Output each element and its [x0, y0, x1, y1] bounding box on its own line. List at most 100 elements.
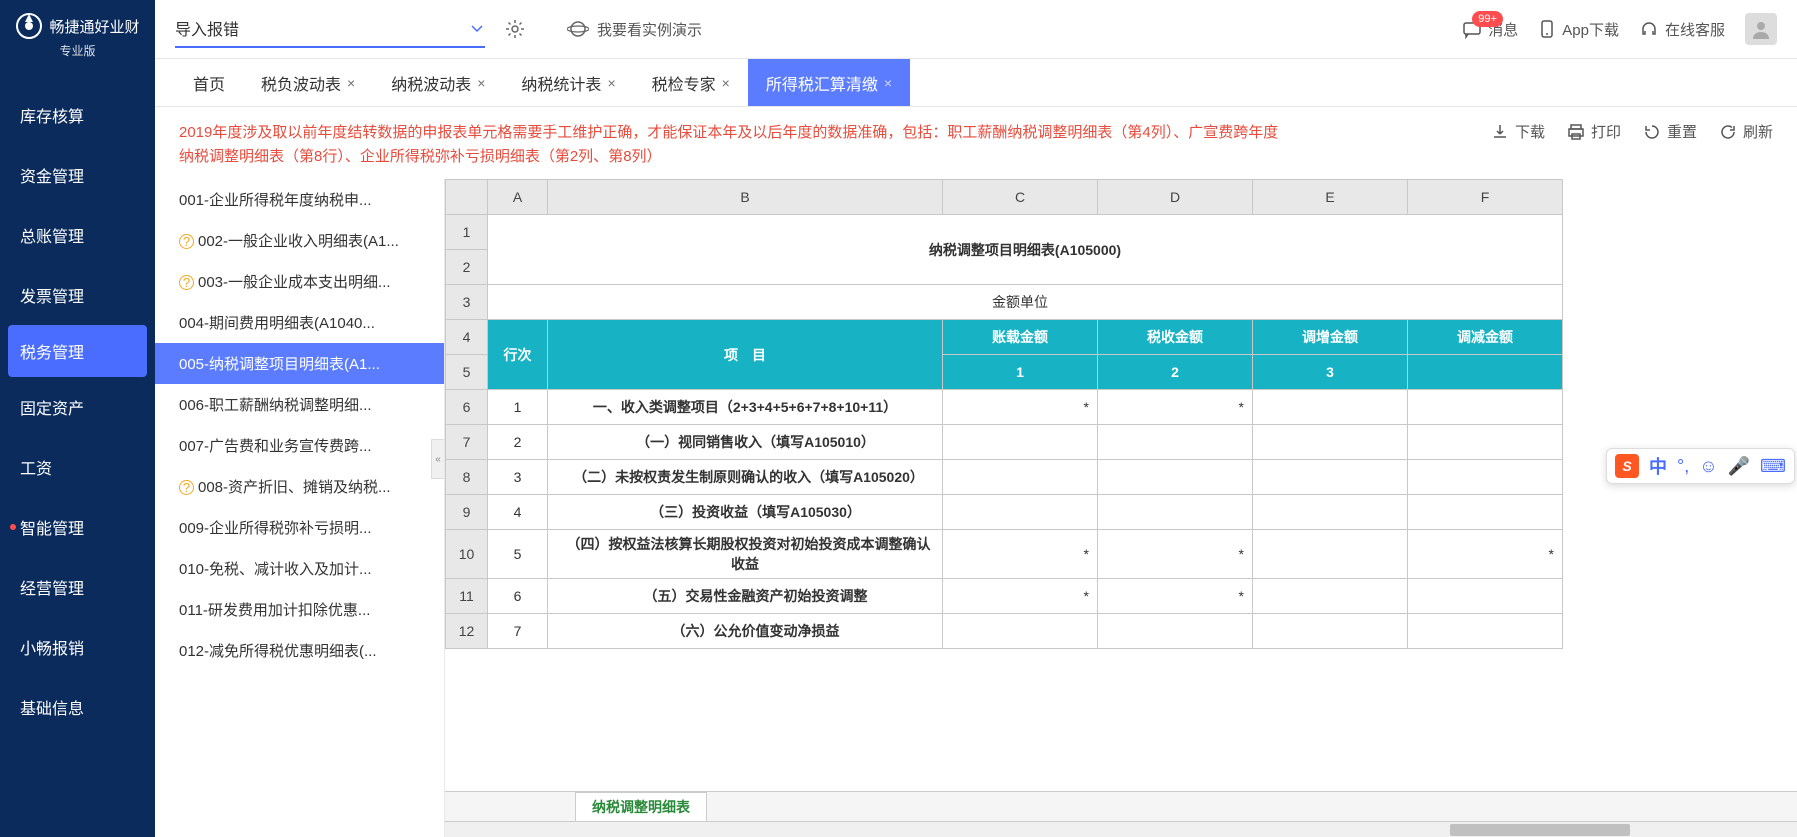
tree-item[interactable]: 004-期间费用明细表(A1040...	[155, 302, 444, 343]
cell[interactable]	[1408, 390, 1563, 425]
cell[interactable]	[1408, 579, 1563, 614]
spreadsheet[interactable]: ABCDEF1纳税调整项目明细表(A105000)23金额单位4行次项 目账载金…	[445, 179, 1797, 791]
tab[interactable]: 税负波动表×	[243, 59, 373, 106]
row-header[interactable]: 2	[446, 250, 488, 285]
close-icon[interactable]: ×	[477, 75, 485, 91]
scrollbar-thumb[interactable]	[1450, 824, 1630, 836]
row-header[interactable]: 1	[446, 215, 488, 250]
avatar[interactable]	[1745, 13, 1777, 45]
nav-item[interactable]: 资金管理	[0, 145, 155, 205]
gear-icon[interactable]	[505, 19, 525, 39]
nav-item[interactable]: 税务管理	[8, 325, 147, 377]
demo-link[interactable]: 我要看实例演示	[567, 18, 702, 40]
cell[interactable]	[1408, 495, 1563, 530]
row-header[interactable]: 5	[446, 355, 488, 390]
cell[interactable]: （一）视同销售收入（填写A105010）	[548, 425, 943, 460]
tree-item[interactable]: ?008-资产折旧、摊销及纳税...	[155, 466, 444, 507]
ime-keyboard-icon[interactable]: ⌨	[1760, 456, 1786, 477]
sheet-tab[interactable]: 纳税调整明细表	[575, 792, 707, 821]
cell[interactable]: （二）未按权责发生制原则确认的收入（填写A105020）	[548, 460, 943, 495]
collapse-handle[interactable]: «	[431, 439, 445, 479]
cell[interactable]: 4	[488, 495, 548, 530]
cell[interactable]: *	[943, 390, 1098, 425]
row-header[interactable]: 12	[446, 614, 488, 649]
cell[interactable]: 5	[488, 530, 548, 579]
cell[interactable]: （五）交易性金融资产初始投资调整	[548, 579, 943, 614]
tree-item[interactable]: 010-免税、减计收入及加计...	[155, 548, 444, 589]
nav-item[interactable]: 固定资产	[0, 377, 155, 437]
download-button[interactable]: 下载	[1491, 121, 1545, 142]
tree-item[interactable]: 009-企业所得税弥补亏损明...	[155, 507, 444, 548]
row-header[interactable]: 11	[446, 579, 488, 614]
row-header[interactable]: 6	[446, 390, 488, 425]
col-header[interactable]: B	[548, 180, 943, 215]
cell[interactable]	[1253, 390, 1408, 425]
nav-item[interactable]: 总账管理	[0, 205, 155, 265]
tab[interactable]: 纳税统计表×	[503, 59, 633, 106]
cell[interactable]: （六）公允价值变动净损益	[548, 614, 943, 649]
tab[interactable]: 首页	[175, 59, 243, 106]
tab[interactable]: 税检专家×	[634, 59, 748, 106]
tree-item[interactable]: 011-研发费用加计扣除优惠...	[155, 589, 444, 630]
ime-toolbar[interactable]: S 中 °, ☺ 🎤 ⌨	[1606, 448, 1795, 484]
ime-emoji-icon[interactable]: ☺	[1699, 456, 1717, 477]
cell[interactable]: *	[943, 530, 1098, 579]
tree-item[interactable]: ?003-一般企业成本支出明细...	[155, 261, 444, 302]
cell[interactable]	[1098, 614, 1253, 649]
cell[interactable]	[1253, 530, 1408, 579]
reset-button[interactable]: 重置	[1643, 121, 1697, 142]
close-icon[interactable]: ×	[884, 75, 892, 91]
row-header[interactable]: 8	[446, 460, 488, 495]
nav-item[interactable]: 基础信息	[0, 677, 155, 737]
cell[interactable]	[1408, 614, 1563, 649]
cell[interactable]: 2	[488, 425, 548, 460]
cell[interactable]: *	[1098, 579, 1253, 614]
horizontal-scrollbar[interactable]	[445, 821, 1797, 837]
col-header[interactable]: F	[1408, 180, 1563, 215]
tree-item[interactable]: 012-减免所得税优惠明细表(...	[155, 630, 444, 671]
cell[interactable]: 1	[488, 390, 548, 425]
cell[interactable]	[1253, 425, 1408, 460]
cell[interactable]	[1253, 460, 1408, 495]
cell[interactable]	[1098, 425, 1253, 460]
row-header[interactable]: 9	[446, 495, 488, 530]
cell[interactable]: *	[1098, 530, 1253, 579]
print-button[interactable]: 打印	[1567, 121, 1621, 142]
cell[interactable]	[943, 460, 1098, 495]
app-download-button[interactable]: App下载	[1538, 19, 1619, 40]
tab[interactable]: 纳税波动表×	[373, 59, 503, 106]
cell[interactable]: 一、收入类调整项目（2+3+4+5+6+7+8+10+11）	[548, 390, 943, 425]
cell[interactable]	[943, 614, 1098, 649]
tree-item[interactable]: ?002-一般企业收入明细表(A1...	[155, 220, 444, 261]
col-header[interactable]: D	[1098, 180, 1253, 215]
tree-item[interactable]: 005-纳税调整项目明细表(A1...	[155, 343, 444, 384]
tree-item[interactable]: 001-企业所得税年度纳税申...	[155, 179, 444, 220]
close-icon[interactable]: ×	[347, 75, 355, 91]
row-header[interactable]: 3	[446, 285, 488, 320]
col-header[interactable]: A	[488, 180, 548, 215]
cell[interactable]	[1098, 460, 1253, 495]
support-button[interactable]: 在线客服	[1639, 19, 1725, 40]
nav-item[interactable]: 智能管理	[0, 497, 155, 557]
cell[interactable]: *	[1408, 530, 1563, 579]
ime-lang[interactable]: 中	[1649, 453, 1667, 479]
import-dropdown[interactable]: 导入报错	[175, 10, 485, 48]
nav-item[interactable]: 工资	[0, 437, 155, 497]
nav-item[interactable]: 库存核算	[0, 85, 155, 145]
cell[interactable]	[943, 425, 1098, 460]
ime-punct-icon[interactable]: °,	[1677, 456, 1689, 477]
tree-item[interactable]: 007-广告费和业务宣传费跨...	[155, 425, 444, 466]
nav-item[interactable]: 发票管理	[0, 265, 155, 325]
col-header[interactable]: E	[1253, 180, 1408, 215]
refresh-button[interactable]: 刷新	[1719, 121, 1773, 142]
tab[interactable]: 所得税汇算清缴×	[748, 59, 910, 106]
nav-item[interactable]: 经营管理	[0, 557, 155, 617]
cell[interactable]: *	[943, 579, 1098, 614]
cell[interactable]: （四）按权益法核算长期股权投资对初始投资成本调整确认收益	[548, 530, 943, 579]
cell[interactable]	[943, 495, 1098, 530]
cell[interactable]	[1253, 495, 1408, 530]
row-header[interactable]: 7	[446, 425, 488, 460]
cell[interactable]	[1408, 460, 1563, 495]
cell[interactable]	[1408, 425, 1563, 460]
ime-mic-icon[interactable]: 🎤	[1728, 456, 1750, 477]
